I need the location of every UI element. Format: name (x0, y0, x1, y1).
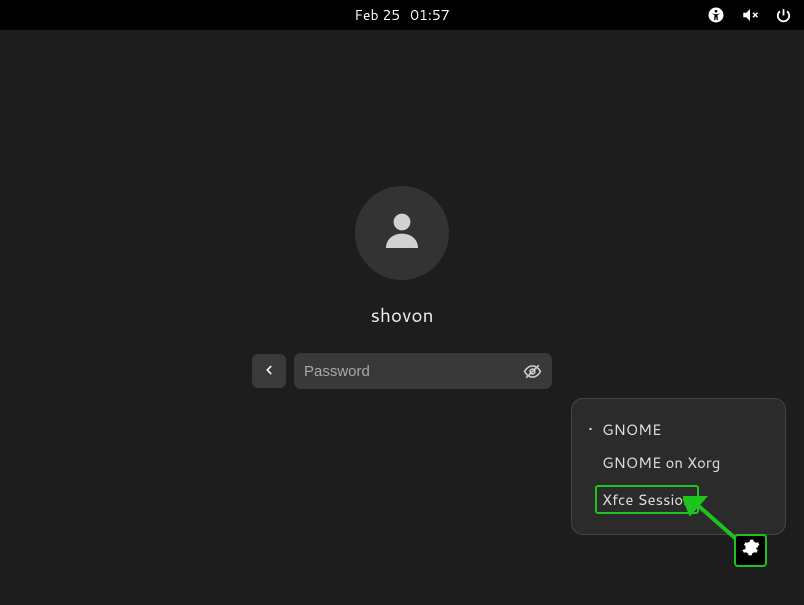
time-label: 01:57 (410, 5, 449, 25)
session-settings-button[interactable] (734, 534, 767, 567)
login-area: shovon (252, 186, 552, 389)
password-field-container (294, 353, 552, 389)
back-button[interactable] (252, 354, 286, 388)
eye-hidden-icon[interactable] (523, 362, 542, 381)
accessibility-icon[interactable] (707, 6, 725, 24)
chevron-left-icon (262, 360, 276, 383)
session-label: GNOME on Xorg (602, 452, 720, 473)
top-bar: Feb 25 01:57 (0, 0, 804, 30)
power-icon[interactable] (775, 7, 792, 24)
avatar (355, 186, 449, 280)
session-item-gnome-xorg[interactable]: GNOME on Xorg (572, 446, 785, 479)
selected-bullet-icon: • (588, 422, 594, 438)
user-icon (378, 206, 426, 260)
session-item-xfce[interactable]: Xfce Session (572, 479, 785, 520)
date-label: Feb 25 (354, 5, 400, 25)
session-label: Xfce Session (595, 485, 699, 514)
password-input[interactable] (304, 363, 523, 380)
session-item-gnome[interactable]: • GNOME (572, 413, 785, 446)
session-menu: • GNOME GNOME on Xorg Xfce Session (571, 398, 786, 535)
gear-icon (741, 538, 760, 563)
session-label: GNOME (602, 419, 661, 440)
clock[interactable]: Feb 25 01:57 (354, 5, 449, 25)
username-label: shovon (370, 302, 433, 329)
volume-muted-icon[interactable] (741, 6, 759, 24)
